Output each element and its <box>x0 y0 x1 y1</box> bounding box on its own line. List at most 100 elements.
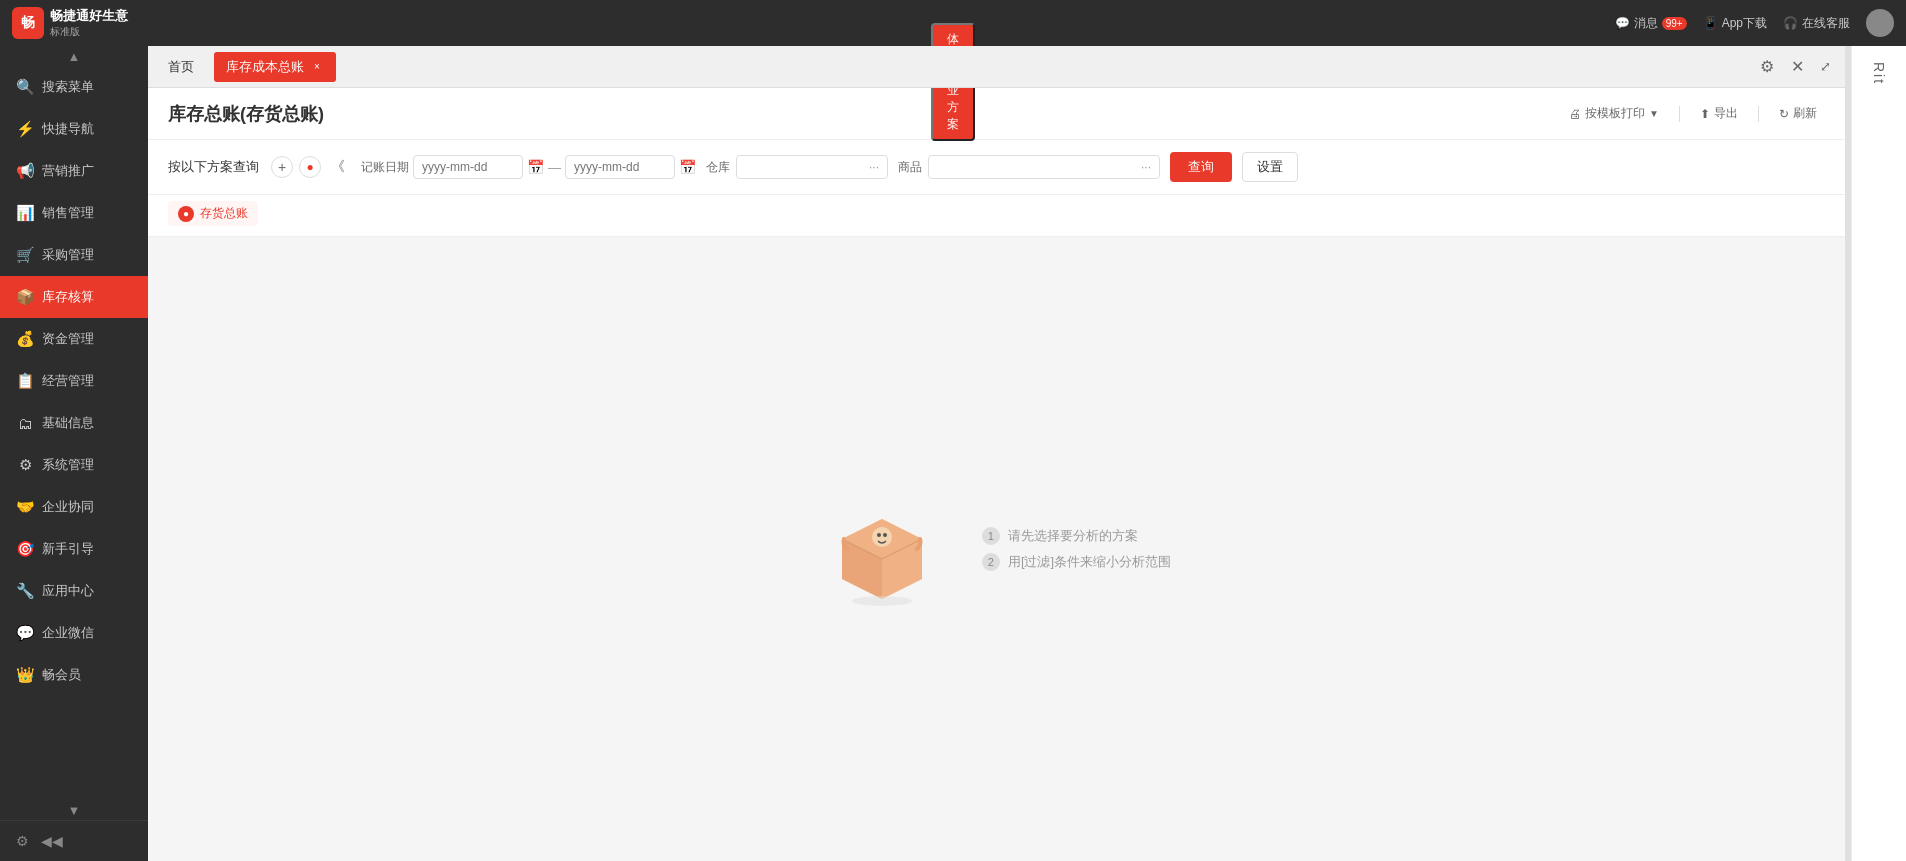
logo-text: 畅捷通好生意 标准版 <box>50 8 128 38</box>
close-panel-btn[interactable]: ✕ <box>1785 55 1809 79</box>
message-badge: 99+ <box>1662 17 1687 30</box>
print-label: 按模板打印 <box>1585 105 1645 122</box>
sidebar-item-basic-info[interactable]: 🗂 基础信息 <box>0 402 148 444</box>
scheme-item[interactable]: ● 存货总账 <box>168 201 258 226</box>
app-subtitle: 标准版 <box>50 25 128 38</box>
refresh-label: 刷新 <box>1793 105 1817 122</box>
tab-bar: 首页 库存成本总账 × ⚙ ✕ ⤢ <box>148 46 1845 88</box>
tab-settings-icon-btn[interactable]: ⚙ <box>1753 53 1781 81</box>
export-icon: ⬆ <box>1700 107 1710 121</box>
logo-area: 畅 畅捷通好生意 标准版 <box>12 7 128 39</box>
operation-icon: 📋 <box>16 372 34 390</box>
scheme-label: 存货总账 <box>200 205 248 222</box>
svg-point-9 <box>852 596 912 606</box>
sidebar-item-finance[interactable]: 💰 资金管理 <box>0 318 148 360</box>
sidebar: ▲ 🔍 搜索菜单 ⚡ 快捷导航 📢 营销推广 📊 销售管理 🛒 采购管理 <box>0 46 148 861</box>
tab-home[interactable]: 首页 <box>156 52 206 82</box>
resize-handle[interactable] <box>1845 46 1851 861</box>
sidebar-item-search[interactable]: 🔍 搜索菜单 <box>0 66 148 108</box>
sidebar-item-newbie[interactable]: 🎯 新手引导 <box>0 528 148 570</box>
sidebar-item-operation[interactable]: 📋 经营管理 <box>0 360 148 402</box>
lightning-icon: ⚡ <box>16 120 34 138</box>
headset-icon: 🎧 <box>1783 16 1798 30</box>
basic-info-icon: 🗂 <box>16 414 34 432</box>
filter-area: 按以下方案查询 + ● 《 记账日期 📅 — 📅 <box>148 140 1845 195</box>
sidebar-item-marketing[interactable]: 📢 营销推广 <box>0 150 148 192</box>
sidebar-item-sales[interactable]: 📊 销售管理 <box>0 192 148 234</box>
filter-label: 按以下方案查询 <box>168 158 259 176</box>
export-btn[interactable]: ⬆ 导出 <box>1692 101 1746 126</box>
online-service-label: 在线客服 <box>1802 15 1850 32</box>
sidebar-item-system[interactable]: ⚙ 系统管理 <box>0 444 148 486</box>
sidebar-item-enterprise[interactable]: 🤝 企业协同 <box>0 486 148 528</box>
print-icon: 🖨 <box>1569 107 1581 121</box>
tip-text-1: 请先选择要分析的方案 <box>1008 527 1138 545</box>
product-input-group: 商品 ··· <box>898 155 1160 179</box>
content-body: 1 请先选择要分析的方案 2 用[过滤]条件来缩小分析范围 <box>148 237 1845 861</box>
query-btn[interactable]: 查询 <box>1170 152 1232 182</box>
sidebar-label-enterprise: 企业协同 <box>42 498 94 516</box>
date-dash: — <box>548 160 561 175</box>
main-layout: ▲ 🔍 搜索菜单 ⚡ 快捷导航 📢 营销推广 📊 销售管理 🛒 采购管理 <box>0 46 1906 861</box>
right-panel-label[interactable]: Rit <box>1871 62 1887 85</box>
online-service-btn[interactable]: 🎧 在线客服 <box>1783 15 1850 32</box>
sidebar-label-sales: 销售管理 <box>42 204 94 222</box>
user-avatar[interactable] <box>1866 9 1894 37</box>
sidebar-item-member[interactable]: 👑 畅会员 <box>0 654 148 696</box>
sidebar-scroll-up[interactable]: ▲ <box>0 46 148 66</box>
date-start-input[interactable] <box>413 155 523 179</box>
sidebar-item-purchase[interactable]: 🛒 采购管理 <box>0 234 148 276</box>
tab-active[interactable]: 库存成本总账 × <box>214 52 336 82</box>
message-btn[interactable]: 💬 消息 99+ <box>1615 15 1687 32</box>
tip-item-1: 1 请先选择要分析的方案 <box>982 527 1171 545</box>
box-svg <box>822 489 942 609</box>
sidebar-item-inventory[interactable]: 📦 库存核算 <box>0 276 148 318</box>
filter-add-btn[interactable]: + <box>271 156 293 178</box>
filter-collapse-btn[interactable]: ● <box>299 156 321 178</box>
divider-1 <box>1679 106 1680 122</box>
scheme-icon: ● <box>178 206 194 222</box>
gear-icon: ⚙ <box>1760 57 1774 76</box>
sidebar-label-inventory: 库存核算 <box>42 288 94 306</box>
sidebar-item-quick-nav[interactable]: ⚡ 快捷导航 <box>0 108 148 150</box>
product-more-icon[interactable]: ··· <box>1141 160 1151 174</box>
page-header: 库存总账(存货总账) 🖨 按模板打印 ▼ ⬆ 导出 ↻ 刷新 <box>148 88 1845 140</box>
divider-2 <box>1758 106 1759 122</box>
print-template-btn[interactable]: 🖨 按模板打印 ▼ <box>1561 101 1667 126</box>
refresh-icon: ↻ <box>1779 107 1789 121</box>
sidebar-label-newbie: 新手引导 <box>42 540 94 558</box>
sidebar-scroll-down[interactable]: ▼ <box>0 800 148 820</box>
product-input-wrapper: ··· <box>928 155 1160 179</box>
filter-settings-btn[interactable]: 设置 <box>1242 152 1298 182</box>
search-icon: 🔍 <box>16 78 34 96</box>
date-end-input[interactable] <box>565 155 675 179</box>
header-right: 💬 消息 99+ 📱 App下载 🎧 在线客服 <box>1615 9 1894 37</box>
sidebar-item-app-center[interactable]: 🔧 应用中心 <box>0 570 148 612</box>
inventory-icon: 📦 <box>16 288 34 306</box>
expand-btn[interactable]: ⤢ <box>1813 55 1837 79</box>
svg-point-8 <box>883 533 887 537</box>
app-download-btn[interactable]: 📱 App下载 <box>1703 15 1767 32</box>
filter-tag-collapse[interactable]: 《 <box>327 156 349 178</box>
sidebar-item-wechat[interactable]: 💬 企业微信 <box>0 612 148 654</box>
sidebar-label-quick-nav: 快捷导航 <box>42 120 94 138</box>
refresh-btn[interactable]: ↻ 刷新 <box>1771 101 1825 126</box>
product-input[interactable] <box>937 160 1137 174</box>
header-left: 畅 畅捷通好生意 标准版 <box>12 7 128 39</box>
warehouse-input-wrapper: ··· <box>736 155 888 179</box>
empty-tips: 1 请先选择要分析的方案 2 用[过滤]条件来缩小分析范围 <box>982 527 1171 571</box>
filter-inputs: 记账日期 📅 — 📅 仓库 ··· <box>361 152 1825 182</box>
tip-text-2: 用[过滤]条件来缩小分析范围 <box>1008 553 1171 571</box>
tab-bar-left: 首页 库存成本总账 × <box>156 52 1749 82</box>
sidebar-label-wechat: 企业微信 <box>42 624 94 642</box>
sidebar-settings-btn[interactable]: ⚙ <box>16 833 29 849</box>
calendar-start-icon[interactable]: 📅 <box>527 159 544 175</box>
sidebar-collapse-btn[interactable]: ◀◀ <box>41 833 63 849</box>
warehouse-input[interactable] <box>745 160 865 174</box>
sales-icon: 📊 <box>16 204 34 222</box>
warehouse-more-icon[interactable]: ··· <box>869 160 879 174</box>
tab-close-btn[interactable]: × <box>310 60 324 74</box>
scheme-area: ● 存货总账 <box>148 195 1845 237</box>
sidebar-label-marketing: 营销推广 <box>42 162 94 180</box>
calendar-end-icon[interactable]: 📅 <box>679 159 696 175</box>
